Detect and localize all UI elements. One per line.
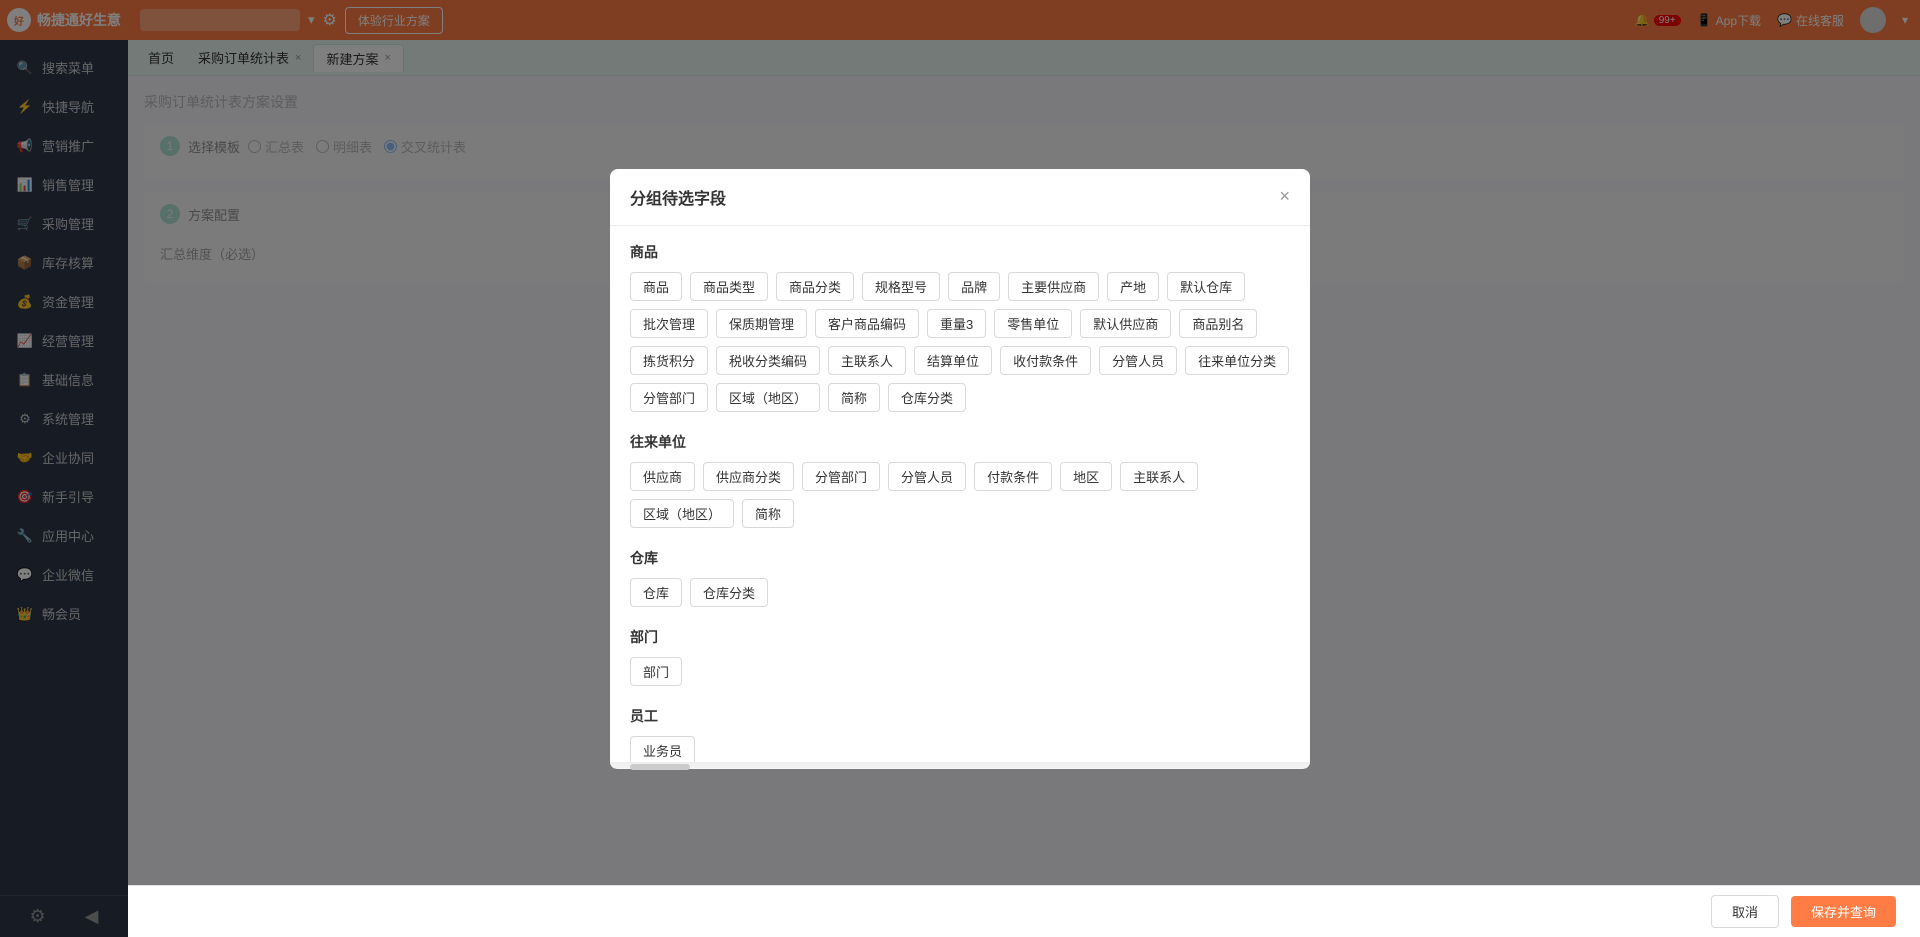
field-tag-product-24[interactable]: 简称: [828, 383, 880, 412]
section-title-partner: 往来单位: [630, 432, 1290, 452]
field-tag-product-18[interactable]: 结算单位: [914, 346, 992, 375]
dialog-hscroll-thumb: [630, 764, 690, 770]
section-warehouse: 仓库仓库仓库分类: [630, 548, 1290, 607]
field-tags-employee: 业务员: [630, 736, 1290, 762]
section-title-warehouse: 仓库: [630, 548, 1290, 568]
section-title-employee: 员工: [630, 706, 1290, 726]
field-tag-partner-7[interactable]: 区域（地区）: [630, 499, 734, 528]
field-tag-product-6[interactable]: 产地: [1107, 272, 1159, 301]
field-tag-partner-4[interactable]: 付款条件: [974, 462, 1052, 491]
field-tag-warehouse-0[interactable]: 仓库: [630, 578, 682, 607]
dialog-close-button[interactable]: ×: [1279, 186, 1290, 207]
section-partner: 往来单位供应商供应商分类分管部门分管人员付款条件地区主联系人区域（地区） 简称: [630, 432, 1290, 528]
section-product: 商品商品商品类型商品分类规格型号品牌主要供应商产地默认仓库批次管理保质期管理客户…: [630, 242, 1290, 412]
dialog-header: 分组待选字段 ×: [610, 169, 1310, 226]
field-tags-partner: 供应商供应商分类分管部门分管人员付款条件地区主联系人区域（地区） 简称: [630, 462, 1290, 528]
field-tag-partner-5[interactable]: 地区: [1060, 462, 1112, 491]
field-tag-product-9[interactable]: 保质期管理: [716, 309, 807, 338]
dialog-title: 分组待选字段: [630, 185, 726, 209]
field-tag-product-21[interactable]: 往来单位分类: [1185, 346, 1289, 375]
field-tag-product-0[interactable]: 商品: [630, 272, 682, 301]
field-tag-product-2[interactable]: 商品分类: [776, 272, 854, 301]
field-tag-product-19[interactable]: 收付款条件: [1000, 346, 1091, 375]
field-tag-product-8[interactable]: 批次管理: [630, 309, 708, 338]
field-tag-product-1[interactable]: 商品类型: [690, 272, 768, 301]
action-bar: 取消 保存并查询: [128, 885, 1920, 937]
field-tag-partner-6[interactable]: 主联系人: [1120, 462, 1198, 491]
section-department: 部门部门: [630, 627, 1290, 686]
field-tag-product-4[interactable]: 品牌: [948, 272, 1000, 301]
field-tag-product-5[interactable]: 主要供应商: [1008, 272, 1099, 301]
dialog-horizontal-scrollbar[interactable]: [610, 762, 1310, 769]
field-tag-partner-8[interactable]: 简称: [742, 499, 794, 528]
field-tag-product-13[interactable]: 默认供应商: [1080, 309, 1171, 338]
field-tag-product-3[interactable]: 规格型号: [862, 272, 940, 301]
field-tag-product-16[interactable]: 税收分类编码: [716, 346, 820, 375]
field-tag-warehouse-1[interactable]: 仓库分类: [690, 578, 768, 607]
section-title-department: 部门: [630, 627, 1290, 647]
dialog-body: 商品商品商品类型商品分类规格型号品牌主要供应商产地默认仓库批次管理保质期管理客户…: [610, 226, 1310, 762]
field-tag-product-25[interactable]: 仓库分类: [888, 383, 966, 412]
field-tag-product-15[interactable]: 拣货积分: [630, 346, 708, 375]
field-tag-partner-3[interactable]: 分管人员: [888, 462, 966, 491]
field-tag-product-20[interactable]: 分管人员: [1099, 346, 1177, 375]
section-title-product: 商品: [630, 242, 1290, 262]
field-tags-department: 部门: [630, 657, 1290, 686]
field-tag-employee-0[interactable]: 业务员: [630, 736, 695, 762]
field-tag-product-17[interactable]: 主联系人: [828, 346, 906, 375]
field-tags-product: 商品商品类型商品分类规格型号品牌主要供应商产地默认仓库批次管理保质期管理客户商品…: [630, 272, 1290, 412]
field-tag-product-7[interactable]: 默认仓库: [1167, 272, 1245, 301]
cancel-button[interactable]: 取消: [1711, 895, 1779, 928]
field-tag-product-14[interactable]: 商品别名: [1179, 309, 1257, 338]
field-tag-product-22[interactable]: 分管部门: [630, 383, 708, 412]
field-tag-product-10[interactable]: 客户商品编码: [815, 309, 919, 338]
save-button[interactable]: 保存并查询: [1791, 896, 1896, 927]
section-employee: 员工业务员: [630, 706, 1290, 762]
field-tag-partner-0[interactable]: 供应商: [630, 462, 695, 491]
dialog: 分组待选字段 × 商品商品商品类型商品分类规格型号品牌主要供应商产地默认仓库批次…: [610, 169, 1310, 769]
field-tag-department-0[interactable]: 部门: [630, 657, 682, 686]
field-tag-product-12[interactable]: 零售单位: [994, 309, 1072, 338]
field-tag-partner-2[interactable]: 分管部门: [802, 462, 880, 491]
field-tag-partner-1[interactable]: 供应商分类: [703, 462, 794, 491]
field-tag-product-11[interactable]: 重量3: [927, 309, 986, 338]
field-tag-product-23[interactable]: 区域（地区）: [716, 383, 820, 412]
field-tags-warehouse: 仓库仓库分类: [630, 578, 1290, 607]
